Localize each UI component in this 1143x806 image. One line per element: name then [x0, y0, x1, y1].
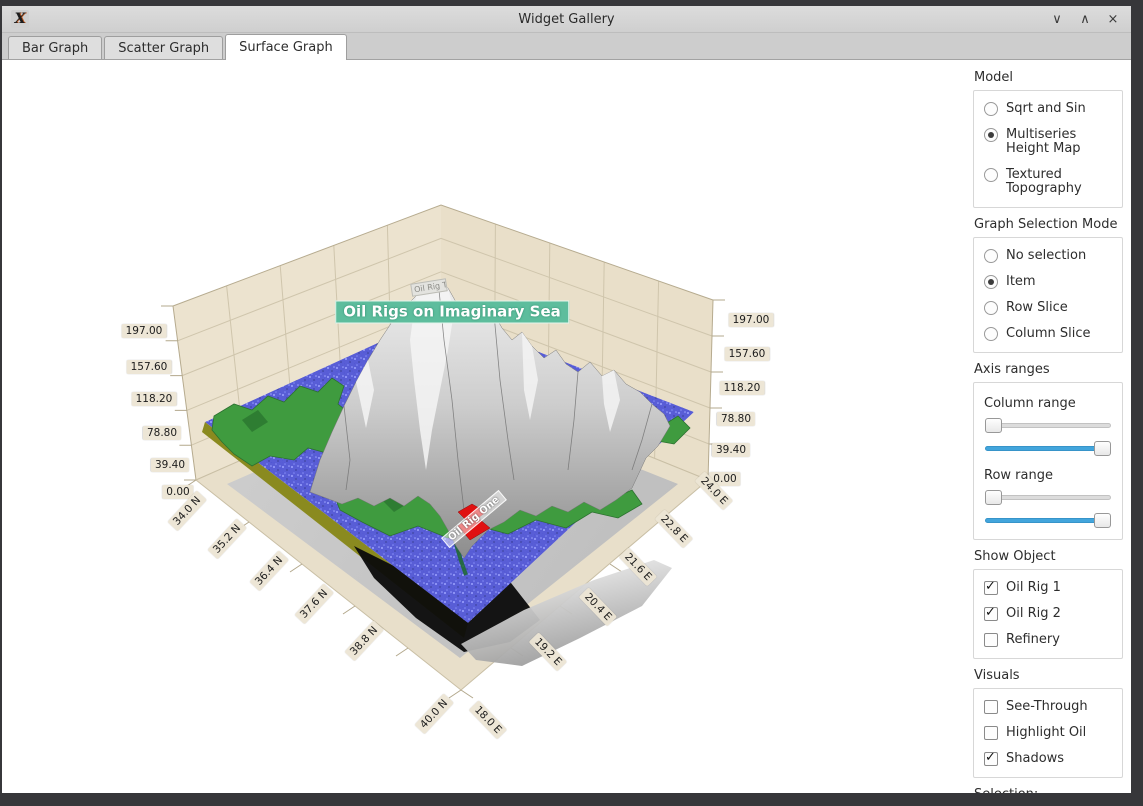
window-buttons: ∨ ∧ ×: [1049, 6, 1121, 33]
radio-icon: [984, 327, 998, 341]
tab-bar: Bar Graph Scatter Graph Surface Graph: [2, 33, 1131, 60]
checkbox-oil-rig-1[interactable]: Oil Rig 1: [984, 581, 1112, 595]
radio-row-slice[interactable]: Row Slice: [984, 301, 1112, 315]
plot-title-banner: Oil Rigs on Imaginary Sea: [335, 301, 569, 324]
tab-scatter-graph[interactable]: Scatter Graph: [104, 36, 223, 59]
slider-handle[interactable]: [1094, 513, 1111, 528]
checkbox-icon: [984, 726, 998, 740]
checkbox-highlight-oil[interactable]: Highlight Oil: [984, 726, 1112, 740]
radio-selected-icon: [984, 128, 998, 142]
selection-label: Selection:: [974, 787, 1123, 793]
slider-track[interactable]: [985, 423, 1111, 428]
row-range-label: Row range: [984, 468, 1112, 483]
elevation-tick-right: 39.40: [712, 443, 750, 457]
checkbox-icon: [984, 700, 998, 714]
slider-handle[interactable]: [1094, 441, 1111, 456]
app-icon: X: [11, 10, 29, 28]
radio-icon: [984, 249, 998, 263]
elevation-tick-right: 157.60: [725, 347, 770, 361]
axis-ranges-section-title: Axis ranges: [974, 362, 1123, 377]
radio-icon: [984, 301, 998, 315]
tab-bar-graph[interactable]: Bar Graph: [8, 36, 102, 59]
visuals-groupbox: See-Through Highlight Oil Shadows: [973, 688, 1123, 778]
visuals-section-title: Visuals: [974, 668, 1123, 683]
radio-column-slice[interactable]: Column Slice: [984, 327, 1112, 341]
model-groupbox: Sqrt and Sin Multiseries Height Map Text…: [973, 90, 1123, 208]
elevation-tick-left: 118.20: [132, 392, 177, 406]
selection-mode-section-title: Graph Selection Mode: [974, 217, 1123, 232]
radio-textured-topography[interactable]: Textured Topography: [984, 168, 1112, 196]
show-object-groupbox: Oil Rig 1 Oil Rig 2 Refinery: [973, 569, 1123, 659]
surface-plot[interactable]: 197.00 157.60 118.20 78.80 39.40 0.00 19…: [2, 60, 966, 793]
row-range-max-slider[interactable]: [985, 513, 1111, 528]
slider-track-filled[interactable]: [985, 446, 1111, 451]
elevation-tick-left: 78.80: [143, 426, 181, 440]
checkbox-refinery[interactable]: Refinery: [984, 633, 1112, 647]
minimize-button[interactable]: ∨: [1049, 12, 1065, 27]
radio-icon: [984, 168, 998, 182]
elevation-tick-right: 118.20: [720, 381, 765, 395]
elevation-tick-right: 197.00: [729, 313, 774, 327]
elevation-tick-right: 78.80: [717, 412, 755, 426]
row-range-min-slider[interactable]: [985, 490, 1111, 505]
axis-ranges-groupbox: Column range Row range: [973, 382, 1123, 540]
radio-sqrt-and-sin[interactable]: Sqrt and Sin: [984, 102, 1112, 116]
tab-surface-graph[interactable]: Surface Graph: [225, 34, 347, 60]
slider-handle[interactable]: [985, 418, 1002, 433]
checkbox-checked-icon: [984, 581, 998, 595]
checkbox-checked-icon: [984, 607, 998, 621]
radio-multiseries-height-map[interactable]: Multiseries Height Map: [984, 128, 1112, 156]
radio-item[interactable]: Item: [984, 275, 1112, 289]
radio-no-selection[interactable]: No selection: [984, 249, 1112, 263]
maximize-button[interactable]: ∧: [1077, 12, 1093, 27]
control-panel: Model Sqrt and Sin Multiseries Height Ma…: [966, 60, 1131, 793]
elevation-tick-left: 39.40: [151, 458, 189, 472]
column-range-label: Column range: [984, 396, 1112, 411]
desktop-background: X Widget Gallery ∨ ∧ × Bar Graph Scatter…: [0, 0, 1143, 806]
show-object-section-title: Show Object: [974, 549, 1123, 564]
titlebar[interactable]: X Widget Gallery ∨ ∧ ×: [2, 6, 1131, 33]
elevation-tick-left: 197.00: [122, 324, 167, 338]
close-button[interactable]: ×: [1105, 12, 1121, 27]
slider-track-filled[interactable]: [985, 518, 1111, 523]
surface-graph-page: 197.00 157.60 118.20 78.80 39.40 0.00 19…: [2, 60, 1131, 793]
window-title: Widget Gallery: [518, 12, 614, 27]
checkbox-icon: [984, 633, 998, 647]
elevation-tick-left: 157.60: [127, 360, 172, 374]
checkbox-oil-rig-2[interactable]: Oil Rig 2: [984, 607, 1112, 621]
widget-gallery-window: X Widget Gallery ∨ ∧ × Bar Graph Scatter…: [2, 6, 1131, 793]
slider-handle[interactable]: [985, 490, 1002, 505]
model-section-title: Model: [974, 70, 1123, 85]
slider-track[interactable]: [985, 495, 1111, 500]
checkbox-shadows[interactable]: Shadows: [984, 752, 1112, 766]
checkbox-checked-icon: [984, 752, 998, 766]
column-range-min-slider[interactable]: [985, 418, 1111, 433]
checkbox-see-through[interactable]: See-Through: [984, 700, 1112, 714]
column-range-max-slider[interactable]: [985, 441, 1111, 456]
selection-mode-groupbox: No selection Item Row Slice Column Slice: [973, 237, 1123, 353]
radio-icon: [984, 102, 998, 116]
radio-selected-icon: [984, 275, 998, 289]
